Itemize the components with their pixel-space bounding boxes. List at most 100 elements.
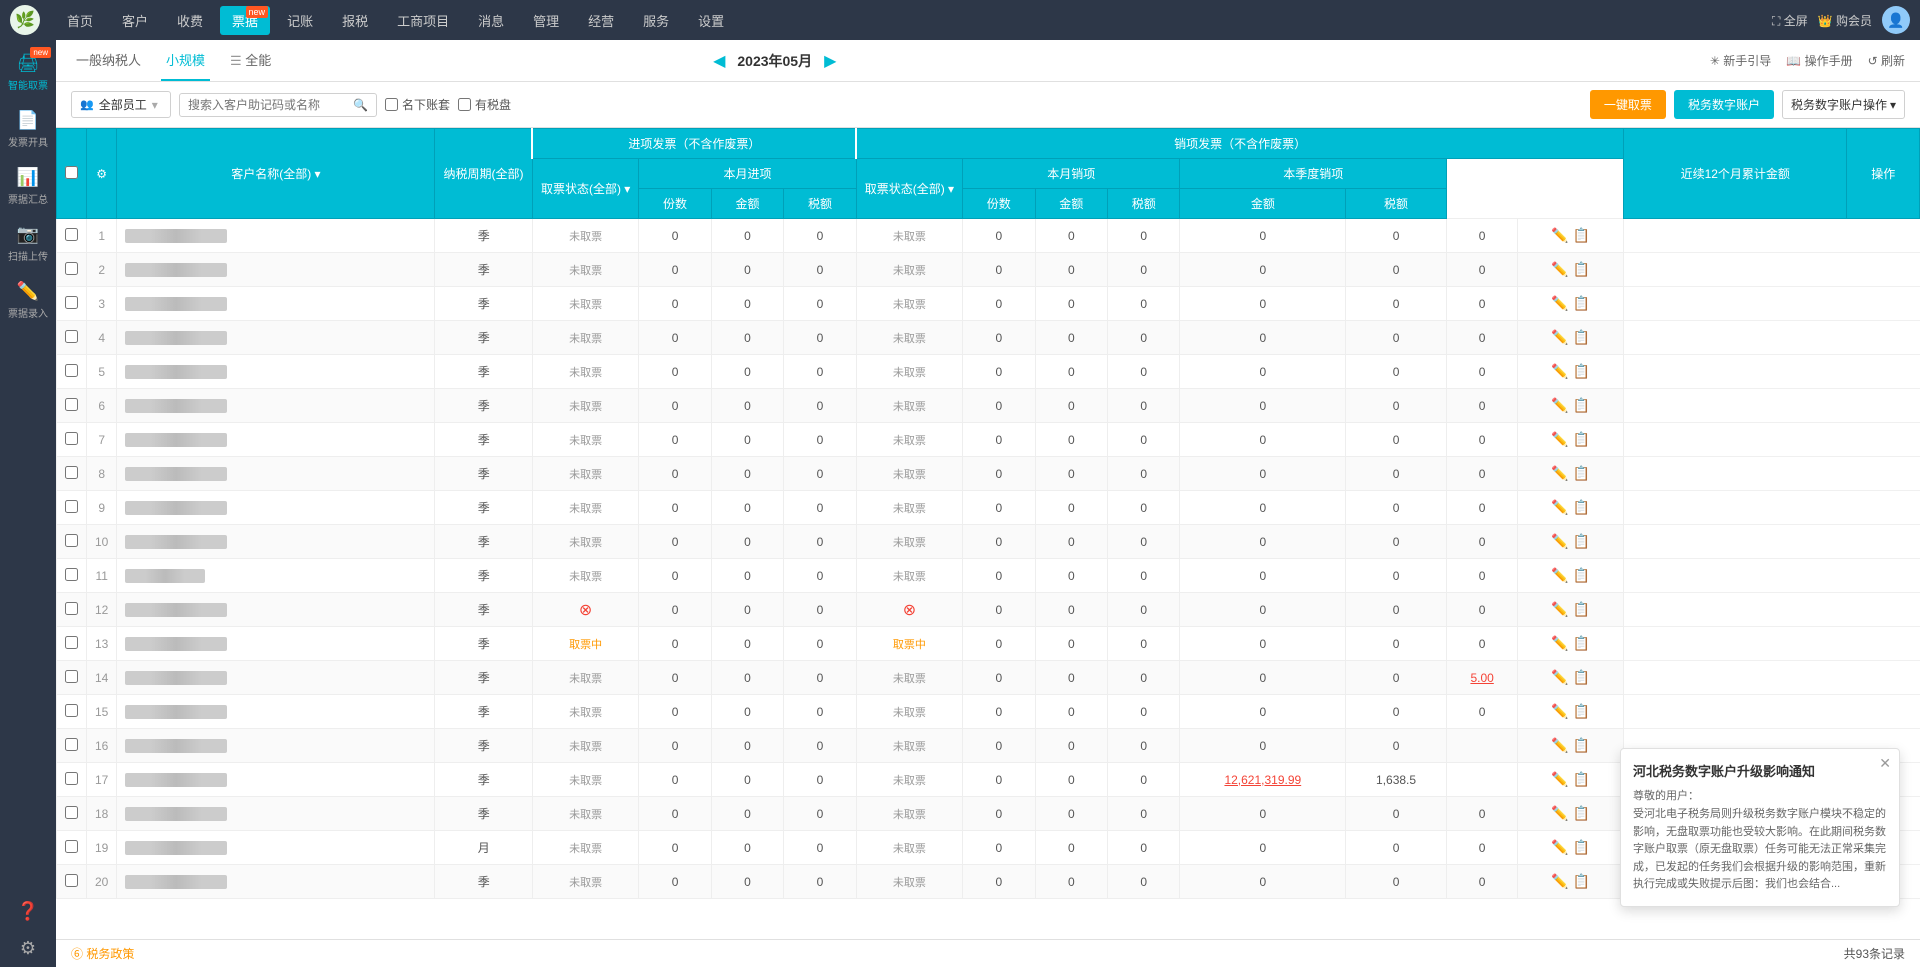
row-checkbox[interactable] <box>65 534 78 547</box>
nav-invoice[interactable]: 票据new <box>220 6 270 35</box>
row-checkbox[interactable] <box>65 636 78 649</box>
fullscreen-btn[interactable]: ⛶ 全屏 <box>1772 12 1808 29</box>
quarter-amount-link[interactable]: 12,621,319.99 <box>1224 773 1301 787</box>
edit-btn[interactable]: ✏️ <box>1549 463 1570 484</box>
sidebar-item-smart-ticket[interactable]: 🖨 智能取票 new <box>3 45 53 100</box>
tab-all[interactable]: ☰ 全能 <box>225 40 276 81</box>
vip-btn[interactable]: 👑 购会员 <box>1818 12 1872 29</box>
edit-btn[interactable]: ✏️ <box>1549 565 1570 586</box>
row-checkbox[interactable] <box>65 296 78 309</box>
row-checkbox[interactable] <box>65 228 78 241</box>
one-click-btn[interactable]: 一键取票 <box>1590 90 1666 119</box>
row-checkbox[interactable] <box>65 670 78 683</box>
row-checkbox[interactable] <box>65 738 78 751</box>
row-checkbox[interactable] <box>65 704 78 717</box>
edit-btn[interactable]: ✏️ <box>1549 327 1570 348</box>
row-checkbox[interactable] <box>65 398 78 411</box>
row-checkbox[interactable] <box>65 466 78 479</box>
copy-btn[interactable]: 📋 <box>1571 701 1592 722</box>
row-checkbox[interactable] <box>65 806 78 819</box>
checkbox-suites[interactable]: 名下账套 <box>385 96 450 113</box>
row-checkbox[interactable] <box>65 568 78 581</box>
edit-btn[interactable]: ✏️ <box>1549 429 1570 450</box>
copy-btn[interactable]: 📋 <box>1571 463 1592 484</box>
copy-btn[interactable]: 📋 <box>1571 633 1592 654</box>
nav-tax[interactable]: 报税 <box>330 6 380 35</box>
row-checkbox[interactable] <box>65 772 78 785</box>
edit-btn[interactable]: ✏️ <box>1549 803 1570 824</box>
tax-policy-link[interactable]: ⑥ 税务政策 <box>71 945 134 962</box>
checkbox-suites-input[interactable] <box>385 98 398 111</box>
copy-btn[interactable]: 📋 <box>1571 667 1592 688</box>
sidebar-item-scan[interactable]: 📷 扫描上传 <box>3 216 53 271</box>
sidebar-item-config[interactable]: ⚙ <box>3 930 53 967</box>
checkbox-taxpad[interactable]: 有税盘 <box>458 96 511 113</box>
edit-btn[interactable]: ✏️ <box>1549 361 1570 382</box>
copy-btn[interactable]: 📋 <box>1571 837 1592 858</box>
edit-btn[interactable]: ✏️ <box>1549 497 1570 518</box>
edit-btn[interactable]: ✏️ <box>1549 667 1570 688</box>
nav-bookkeeping[interactable]: 记账 <box>275 6 325 35</box>
copy-btn[interactable]: 📋 <box>1571 429 1592 450</box>
acc12-link[interactable]: 5.00 <box>1470 671 1493 685</box>
row-checkbox[interactable] <box>65 602 78 615</box>
user-avatar[interactable]: 👤 <box>1882 6 1910 34</box>
guide-btn[interactable]: ✳ 新手引导 <box>1710 52 1771 69</box>
nav-home[interactable]: 首页 <box>55 6 105 35</box>
edit-btn[interactable]: ✏️ <box>1549 293 1570 314</box>
edit-btn[interactable]: ✏️ <box>1549 769 1570 790</box>
copy-btn[interactable]: 📋 <box>1571 565 1592 586</box>
copy-btn[interactable]: 📋 <box>1571 803 1592 824</box>
search-input[interactable] <box>188 98 348 112</box>
edit-btn[interactable]: ✏️ <box>1549 259 1570 280</box>
copy-btn[interactable]: 📋 <box>1571 769 1592 790</box>
checkbox-taxpad-input[interactable] <box>458 98 471 111</box>
notification-close-btn[interactable]: ✕ <box>1879 755 1891 772</box>
nav-manage[interactable]: 管理 <box>521 6 571 35</box>
copy-btn[interactable]: 📋 <box>1571 599 1592 620</box>
copy-btn[interactable]: 📋 <box>1571 871 1592 892</box>
nav-service[interactable]: 服务 <box>631 6 681 35</box>
digital-op-btn[interactable]: 税务数字账户操作 ▾ <box>1782 90 1905 119</box>
sidebar-item-help[interactable]: ❓ <box>3 893 53 930</box>
copy-btn[interactable]: 📋 <box>1571 361 1592 382</box>
next-month-btn[interactable]: ▶ <box>824 51 836 71</box>
edit-btn[interactable]: ✏️ <box>1549 599 1570 620</box>
edit-btn[interactable]: ✏️ <box>1549 701 1570 722</box>
copy-btn[interactable]: 📋 <box>1571 531 1592 552</box>
edit-btn[interactable]: ✏️ <box>1549 395 1570 416</box>
tab-general[interactable]: 一般纳税人 <box>71 40 146 81</box>
nav-operation[interactable]: 经营 <box>576 6 626 35</box>
tab-small[interactable]: 小规模 <box>161 40 210 81</box>
prev-month-btn[interactable]: ◀ <box>713 51 725 71</box>
nav-business[interactable]: 工商项目 <box>385 6 461 35</box>
edit-btn[interactable]: ✏️ <box>1549 225 1570 246</box>
row-checkbox[interactable] <box>65 500 78 513</box>
nav-message[interactable]: 消息 <box>466 6 516 35</box>
row-checkbox[interactable] <box>65 262 78 275</box>
edit-btn[interactable]: ✏️ <box>1549 735 1570 756</box>
copy-btn[interactable]: 📋 <box>1571 293 1592 314</box>
copy-btn[interactable]: 📋 <box>1571 497 1592 518</box>
nav-settings[interactable]: 设置 <box>686 6 736 35</box>
edit-btn[interactable]: ✏️ <box>1549 531 1570 552</box>
copy-btn[interactable]: 📋 <box>1571 225 1592 246</box>
edit-btn[interactable]: ✏️ <box>1549 633 1570 654</box>
search-icon[interactable]: 🔍 <box>353 98 368 112</box>
edit-btn[interactable]: ✏️ <box>1549 837 1570 858</box>
edit-btn[interactable]: ✏️ <box>1549 871 1570 892</box>
copy-btn[interactable]: 📋 <box>1571 259 1592 280</box>
row-checkbox[interactable] <box>65 432 78 445</box>
row-checkbox[interactable] <box>65 330 78 343</box>
manual-btn[interactable]: 📖 操作手册 <box>1786 52 1852 69</box>
nav-client[interactable]: 客户 <box>110 6 160 35</box>
row-checkbox[interactable] <box>65 364 78 377</box>
sidebar-item-summary[interactable]: 📊 票据汇总 <box>3 159 53 214</box>
nav-fee[interactable]: 收费 <box>165 6 215 35</box>
sidebar-item-entry[interactable]: ✏️ 票据录入 <box>3 273 53 328</box>
digital-account-btn[interactable]: 税务数字账户 <box>1674 90 1774 119</box>
search-box[interactable]: 🔍 <box>179 93 377 117</box>
select-all-checkbox[interactable] <box>65 166 78 179</box>
copy-btn[interactable]: 📋 <box>1571 327 1592 348</box>
copy-btn[interactable]: 📋 <box>1571 395 1592 416</box>
